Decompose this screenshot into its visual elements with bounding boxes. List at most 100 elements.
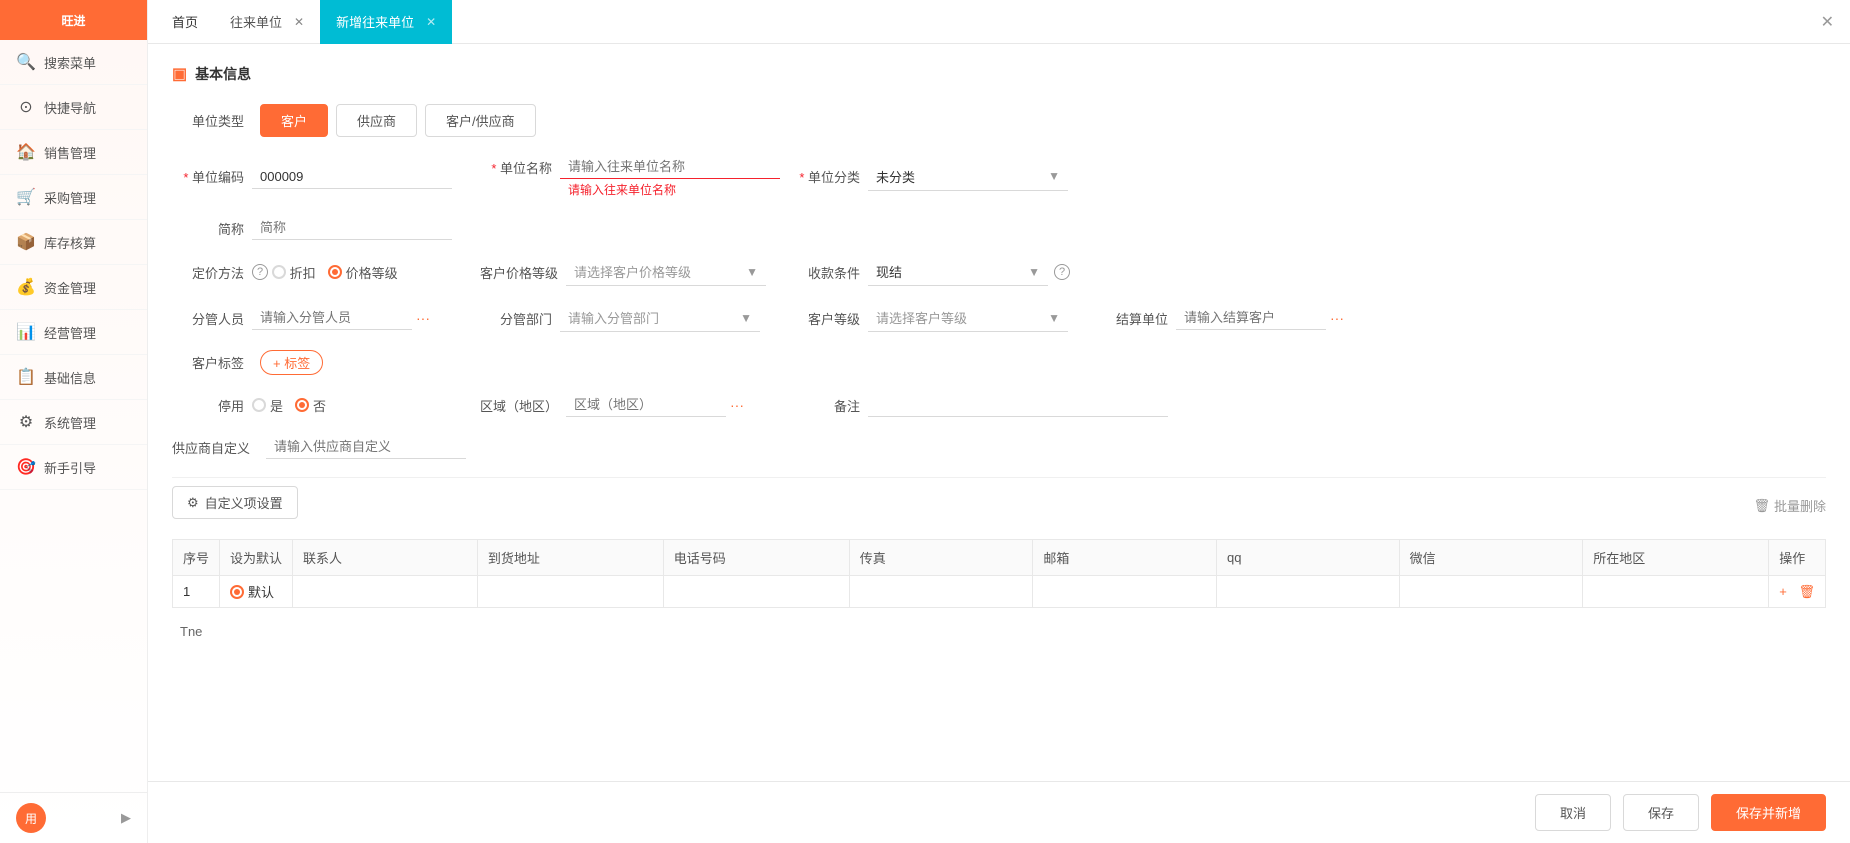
add-row-btn[interactable]: +	[1779, 584, 1787, 599]
manager-label: 分管人员	[172, 309, 252, 328]
region-table-input[interactable]	[1593, 584, 1758, 599]
cell-fax[interactable]	[849, 576, 1033, 608]
operation-icon: 📊	[16, 322, 36, 342]
remark-input[interactable]	[868, 393, 1168, 417]
section-title: ▣ 基本信息	[172, 64, 1826, 84]
radio-discount	[272, 265, 286, 279]
tab-home[interactable]: 首页	[156, 0, 214, 44]
phone-input[interactable]	[674, 584, 839, 599]
sidebar-item-finance[interactable]: 💰 资金管理	[0, 265, 147, 310]
cell-phone[interactable]	[663, 576, 849, 608]
disabled-yes-option[interactable]: 是	[252, 396, 283, 415]
unit-name-label: 单位名称	[480, 158, 560, 177]
save-and-new-button[interactable]: 保存并新增	[1711, 794, 1826, 831]
inventory-icon: 📦	[16, 232, 36, 252]
region-input[interactable]	[566, 393, 726, 417]
customer-level-placeholder: 请选择客户等级	[876, 308, 967, 327]
pricing-help-icon[interactable]: ?	[252, 264, 268, 280]
type-btn-both[interactable]: 客户/供应商	[425, 104, 536, 137]
col-email: 邮箱	[1033, 540, 1217, 576]
sidebar-item-guide[interactable]: 🎯 新手引导	[0, 445, 147, 490]
region-label: 区域（地区）	[480, 396, 566, 415]
settlement-more-btn[interactable]: ···	[1330, 310, 1344, 326]
unit-name-input[interactable]	[560, 155, 780, 179]
pricing-radio-group: 折扣 价格等级	[272, 263, 398, 282]
col-qq: qq	[1217, 540, 1400, 576]
supplier-custom-label: 供应商自定义	[172, 438, 258, 457]
short-name-row: 简称	[172, 216, 1826, 240]
custom-settings-button[interactable]: ⚙ 自定义项设置	[172, 486, 298, 519]
tab-partners[interactable]: 往来单位 ✕	[214, 0, 320, 44]
region-more-btn[interactable]: ···	[730, 397, 744, 413]
pricing-method-field: 定价方法 ? 折扣 价格等级	[172, 263, 472, 282]
unit-category-select[interactable]: 未分类 ▼	[868, 163, 1068, 191]
cell-wechat[interactable]	[1399, 576, 1583, 608]
chevron-down-icon: ▼	[1028, 265, 1040, 279]
fax-input[interactable]	[860, 584, 1023, 599]
sidebar-item-quicknav[interactable]: ⊙ 快捷导航	[0, 85, 147, 130]
supplier-custom-input[interactable]	[266, 435, 466, 459]
cell-qq[interactable]	[1217, 576, 1400, 608]
cell-email[interactable]	[1033, 576, 1217, 608]
cancel-button[interactable]: 取消	[1535, 794, 1611, 831]
chevron-down-icon: ▼	[1048, 169, 1060, 183]
contact-input[interactable]	[303, 584, 467, 599]
disabled-label: 停用	[172, 396, 252, 415]
table-row: 1 默认 +	[173, 576, 1826, 608]
manager-input[interactable]	[252, 306, 412, 330]
email-input[interactable]	[1043, 584, 1206, 599]
pricing-discount-option[interactable]: 折扣	[272, 263, 316, 282]
col-default: 设为默认	[220, 540, 293, 576]
payment-terms-help-icon[interactable]: ?	[1054, 264, 1070, 280]
sidebar-item-sales[interactable]: 🏠 销售管理	[0, 130, 147, 175]
tab-home-label: 首页	[172, 12, 198, 31]
chevron-down-icon: ▼	[746, 265, 758, 279]
save-button[interactable]: 保存	[1623, 794, 1699, 831]
sidebar-item-purchase[interactable]: 🛒 采购管理	[0, 175, 147, 220]
customer-level-select[interactable]: 请选择客户等级 ▼	[868, 304, 1068, 332]
type-btn-customer[interactable]: 客户	[260, 104, 328, 137]
sidebar-item-operation[interactable]: 📊 经营管理	[0, 310, 147, 355]
tab-new-partner[interactable]: 新增往来单位 ✕	[320, 0, 452, 44]
payment-terms-value: 现结	[876, 262, 902, 281]
expand-icon[interactable]: ▶	[121, 810, 131, 826]
chevron-down-icon: ▼	[1048, 311, 1060, 325]
pricing-price-level-option[interactable]: 价格等级	[328, 263, 398, 282]
wechat-input[interactable]	[1410, 584, 1573, 599]
add-tag-button[interactable]: + 标签	[260, 350, 323, 375]
divider	[172, 477, 1826, 478]
disabled-no-option[interactable]: 否	[295, 396, 326, 415]
manager-more-btn[interactable]: ···	[416, 310, 430, 326]
qq-input[interactable]	[1227, 584, 1389, 599]
cell-default[interactable]: 默认	[220, 576, 293, 608]
unit-category-field: 单位分类 未分类 ▼	[788, 163, 1088, 191]
search-icon: 🔍	[16, 52, 36, 72]
batch-delete-button[interactable]: 🗑 批量删除	[1753, 496, 1826, 515]
dept-select[interactable]: 请输入分管部门 ▼	[560, 304, 760, 332]
disabled-no-label: 否	[313, 396, 326, 415]
sidebar-item-basic[interactable]: 📋 基础信息	[0, 355, 147, 400]
tab-new-partner-close[interactable]: ✕	[426, 15, 436, 29]
payment-terms-select[interactable]: 现结 ▼	[868, 258, 1048, 286]
sidebar-item-system[interactable]: ⚙ 系统管理	[0, 400, 147, 445]
sidebar-item-inventory[interactable]: 📦 库存核算	[0, 220, 147, 265]
cell-region[interactable]	[1583, 576, 1769, 608]
settlement-label: 结算单位	[1096, 309, 1176, 328]
customer-price-level-select[interactable]: 请选择客户价格等级 ▼	[566, 258, 766, 286]
settlement-input[interactable]	[1176, 306, 1326, 330]
delete-row-btn[interactable]: 🗑	[1798, 584, 1815, 599]
pricing-row: 定价方法 ? 折扣 价格等级 客户价格等级 请选择客户价格	[172, 258, 1826, 286]
tab-partners-close[interactable]: ✕	[294, 15, 304, 29]
cell-address[interactable]	[477, 576, 663, 608]
unit-code-input[interactable]	[252, 165, 452, 189]
customer-level-label: 客户等级	[788, 309, 868, 328]
type-btn-supplier[interactable]: 供应商	[336, 104, 417, 137]
short-name-field: 简称	[172, 216, 472, 240]
sidebar-item-search[interactable]: 🔍 搜索菜单	[0, 40, 147, 85]
short-name-input[interactable]	[252, 216, 452, 240]
address-input[interactable]	[488, 584, 653, 599]
close-all-tabs-button[interactable]: ✕	[1813, 12, 1842, 32]
cell-contact[interactable]	[293, 576, 478, 608]
settings-gear-icon: ⚙	[187, 495, 199, 511]
col-contact: 联系人	[293, 540, 478, 576]
